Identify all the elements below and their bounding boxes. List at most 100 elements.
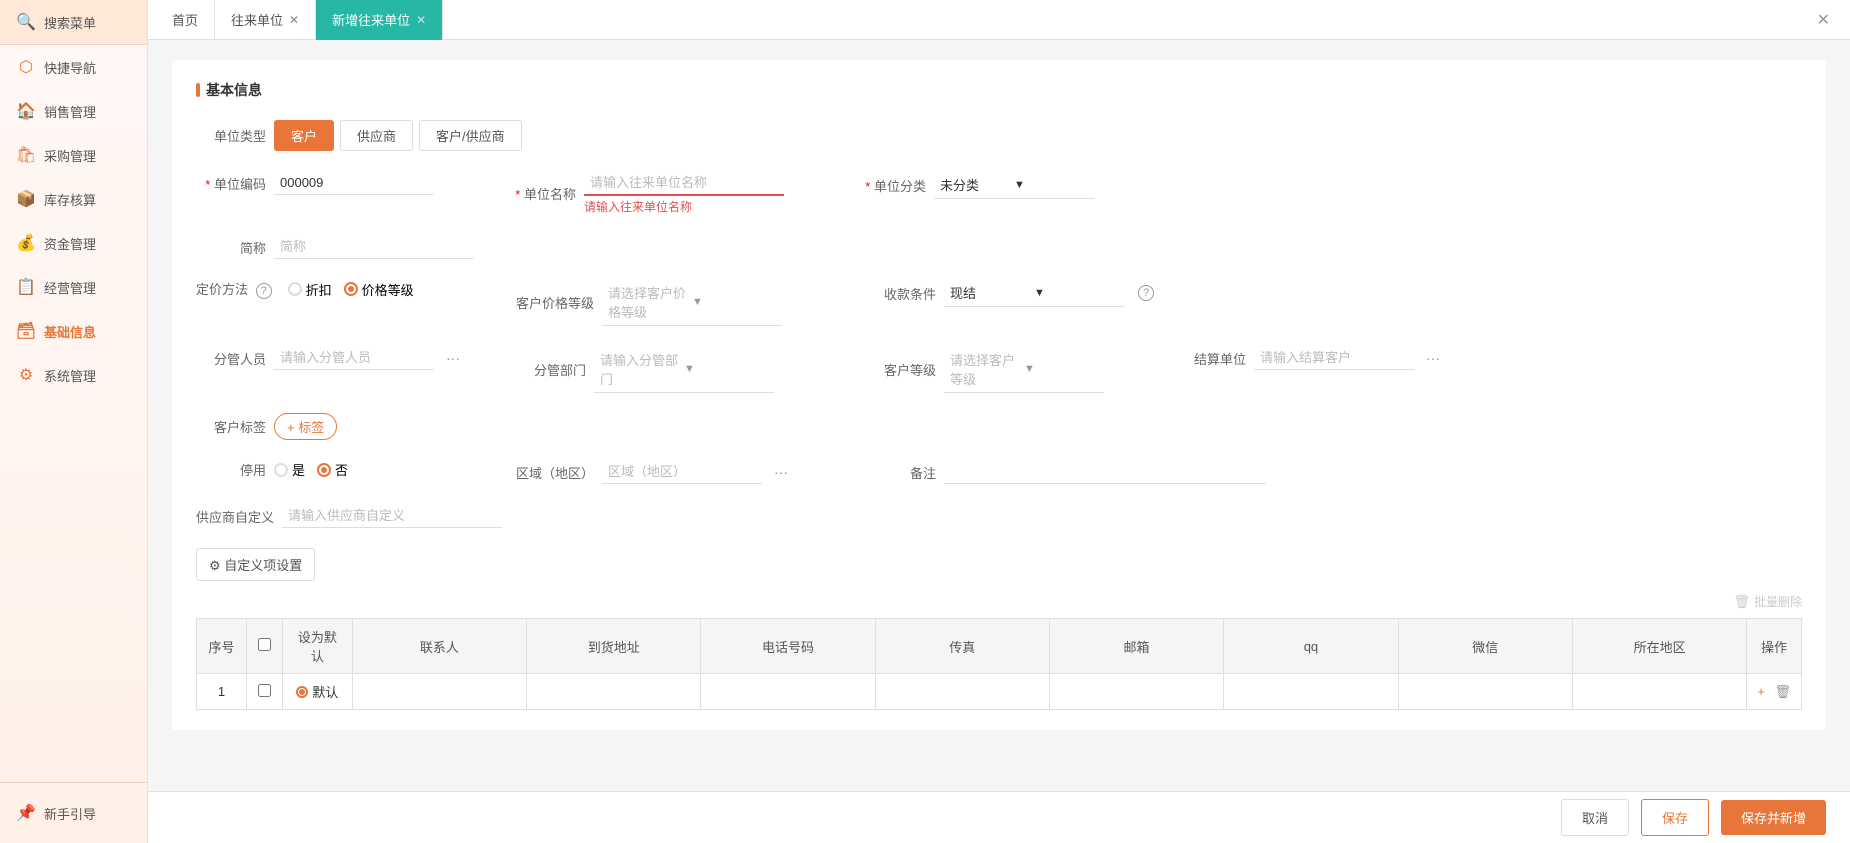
row-action: + 🗑 [1747,674,1802,710]
col-phone: 电话号码 [701,619,875,674]
custom-settings-button[interactable]: ⚙ 自定义项设置 [196,548,315,581]
disabled-yes-radio[interactable]: 是 [274,460,305,479]
disabled-no-radio[interactable]: 否 [317,460,348,479]
unit-category-select[interactable]: 未分类 ▼ [934,171,1094,199]
row-fax[interactable] [875,674,1049,710]
manager-input[interactable] [274,346,434,370]
row-checkbox[interactable] [247,674,283,710]
row-default[interactable]: 默认 [283,674,353,710]
basic-icon: 🗃 [16,321,36,341]
add-tag-button[interactable]: + 标签 [274,413,337,440]
customer-price-chevron: ▼ [692,296,776,308]
sidebar: 🔍 搜索菜单 ⬡ 快捷导航 🏠 销售管理 🛍 采购管理 📦 库存核算 💰 资金管… [0,0,148,843]
sidebar-item-basic[interactable]: 🗃 基础信息 [0,309,147,353]
sidebar-item-inventory[interactable]: 📦 库存核算 [0,177,147,221]
customer-price-level-select[interactable]: 请选择客户价格等级 ▼ [602,279,782,326]
payment-question-icon[interactable]: ? [1138,285,1154,301]
tab-partner[interactable]: 往来单位 ✕ [215,0,316,40]
sidebar-label-quick-nav: 快捷导航 [44,58,96,77]
address-input[interactable] [537,684,690,699]
pricing-method-label-text: 定价方法 [196,282,248,297]
payment-terms-field: 收款条件 现结 ▼ ? [866,279,1186,307]
batch-delete-area: 🗑 批量删除 [196,593,1802,610]
finance-icon: 💰 [16,233,36,253]
row-region-input[interactable] [1583,684,1736,699]
select-all-checkbox[interactable] [258,638,271,651]
sidebar-item-finance[interactable]: 💰 资金管理 [0,221,147,265]
customer-price-level-field: 客户价格等级 请选择客户价格等级 ▼ [516,279,836,326]
email-input[interactable] [1060,684,1213,699]
short-name-input[interactable] [274,235,474,259]
unit-btn-customer[interactable]: 客户 [274,120,334,151]
sidebar-item-system[interactable]: ⚙ 系统管理 [0,353,147,397]
phone-input[interactable] [711,684,864,699]
disabled-radio-group: 是 否 [274,460,348,479]
row-contact[interactable] [352,674,526,710]
department-select[interactable]: 请输入分管部门 ▼ [594,346,774,393]
system-icon: ⚙ [16,365,36,385]
window-close-button[interactable]: ✕ [1805,10,1842,30]
section-bar [196,83,200,97]
col-fax: 传真 [875,619,1049,674]
qq-input[interactable] [1234,684,1387,699]
col-checkbox[interactable] [247,619,283,674]
row-add-btn[interactable]: + [1757,684,1765,699]
unit-code-input[interactable] [274,171,434,195]
sidebar-item-sales[interactable]: 🏠 销售管理 [0,89,147,133]
tab-new-partner-close[interactable]: ✕ [416,13,426,27]
tab-new-partner[interactable]: 新增往来单位 ✕ [316,0,443,40]
purchase-icon: 🛍 [16,145,36,165]
region-more-btn[interactable]: ··· [770,464,792,480]
payment-terms-value: 现结 [950,283,1034,302]
contact-input[interactable] [363,684,516,699]
sidebar-item-search-menu[interactable]: 🔍 搜索菜单 [0,0,147,45]
unit-btn-both[interactable]: 客户/供应商 [419,120,522,151]
settlement-unit-input[interactable] [1254,346,1414,370]
region-input[interactable] [602,460,762,484]
sidebar-item-guide[interactable]: 📌 新手引导 [0,791,147,835]
pricing-row: 定价方法 ? 折扣 价格等级 客 [196,279,1802,326]
row-region[interactable] [1572,674,1746,710]
fax-input[interactable] [886,684,1039,699]
row-del-btn[interactable]: 🗑 [1774,684,1791,699]
payment-terms-select[interactable]: 现结 ▼ [944,279,1124,307]
customer-level-chevron: ▼ [1024,363,1098,375]
row-qq[interactable] [1224,674,1398,710]
wechat-input[interactable] [1409,684,1562,699]
tab-partner-close[interactable]: ✕ [289,13,299,27]
row-phone[interactable] [701,674,875,710]
unit-name-input[interactable] [584,171,784,196]
col-default: 设为默认 [283,619,353,674]
pricing-question-icon[interactable]: ? [256,283,272,299]
settlement-more-btn[interactable]: ··· [1422,350,1444,366]
default-radio[interactable] [296,686,308,698]
manager-more-btn[interactable]: ··· [442,350,464,366]
row-address[interactable] [527,674,701,710]
sidebar-item-quick-nav[interactable]: ⬡ 快捷导航 [0,45,147,89]
col-qq: qq [1224,619,1398,674]
pricing-level-radio[interactable]: 价格等级 [344,280,414,299]
sidebar-item-operations[interactable]: 📋 经营管理 [0,265,147,309]
manager-label: 分管人员 [196,349,266,368]
batch-delete-label[interactable]: 批量删除 [1754,593,1802,610]
sidebar-item-purchase[interactable]: 🛍 采购管理 [0,133,147,177]
remarks-input[interactable] [944,460,1266,484]
tab-home[interactable]: 首页 [156,0,215,40]
unit-category-label: * 单位分类 [856,176,926,195]
unit-code-field: * 单位编码 [196,171,476,195]
customer-level-select[interactable]: 请选择客户等级 ▼ [944,346,1104,393]
supplier-custom-input[interactable] [282,504,502,528]
region-field: 区域（地区） ··· [516,460,836,484]
save-button[interactable]: 保存 [1641,799,1709,836]
unit-btn-supplier[interactable]: 供应商 [340,120,413,151]
row-checkbox-input[interactable] [258,684,271,697]
row-email[interactable] [1049,674,1223,710]
customer-level-label: 客户等级 [866,360,936,379]
pricing-discount-radio[interactable]: 折扣 [288,280,332,299]
remarks-label: 备注 [866,463,936,482]
cancel-button[interactable]: 取消 [1561,799,1629,836]
disabled-row: 停用 是 否 区域（地区） ··· [196,460,1802,484]
row-wechat[interactable] [1398,674,1572,710]
save-and-new-button[interactable]: 保存并新增 [1721,800,1826,835]
unit-type-buttons: 客户 供应商 客户/供应商 [274,120,522,151]
